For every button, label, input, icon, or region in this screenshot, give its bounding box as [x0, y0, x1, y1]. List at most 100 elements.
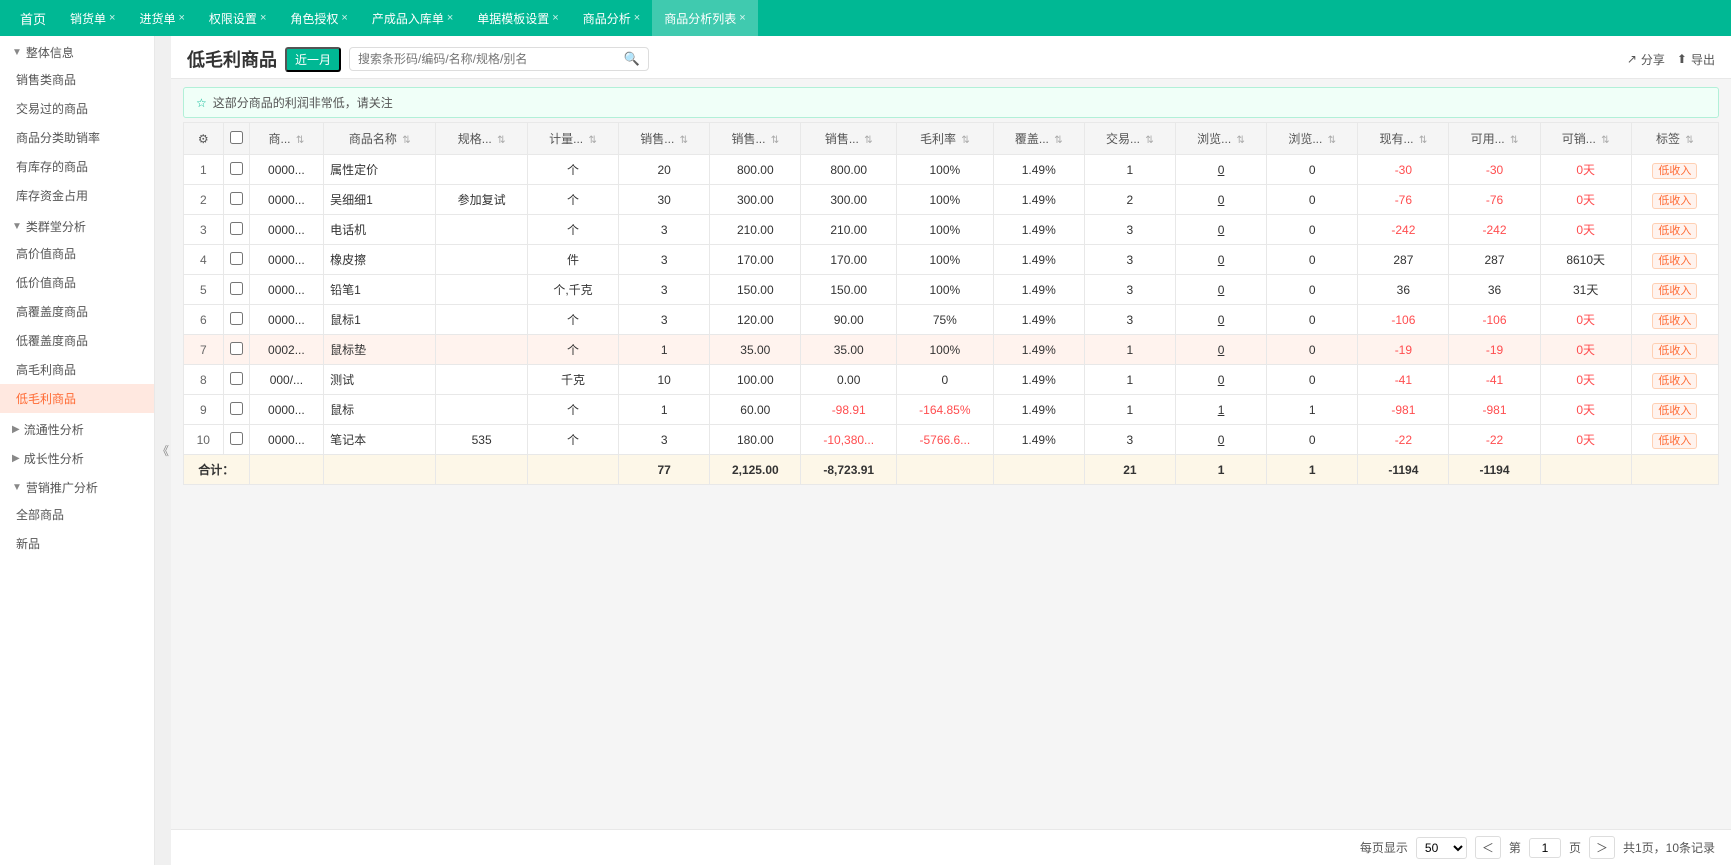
close-goods-list-icon[interactable]: ×	[739, 12, 745, 24]
row-checkbox-cell[interactable]	[223, 215, 249, 245]
page-size-select[interactable]: 50 100 200	[1416, 837, 1467, 859]
sidebar-item-high-value[interactable]: 高价值商品	[0, 239, 154, 268]
col-tag[interactable]: 标签 ⇅	[1631, 123, 1718, 155]
nav-goods-analysis-list[interactable]: 商品分析列表 ×	[652, 0, 757, 36]
close-template-icon[interactable]: ×	[552, 12, 558, 24]
row-code: 0000...	[249, 275, 324, 305]
nav-sales-order[interactable]: 销货单 ×	[58, 0, 127, 36]
row-checkbox[interactable]	[230, 342, 243, 355]
row-name: 鼠标垫	[324, 335, 436, 365]
close-permissions-icon[interactable]: ×	[260, 12, 266, 24]
row-checkbox-cell[interactable]	[223, 305, 249, 335]
nav-home[interactable]: 首页	[8, 0, 58, 36]
prev-page-button[interactable]: ＜	[1475, 836, 1501, 859]
sidebar-item-stock-funds[interactable]: 库存资金占用	[0, 181, 154, 210]
sidebar-group-overall[interactable]: ▼ 整体信息	[0, 36, 154, 65]
sidebar-item-low-margin[interactable]: 低毛利商品	[0, 384, 154, 413]
row-checkbox-cell[interactable]	[223, 185, 249, 215]
row-unit: 个	[527, 185, 618, 215]
row-browse2: 0	[1267, 155, 1358, 185]
sidebar-item-low-coverage[interactable]: 低覆盖度商品	[0, 326, 154, 355]
close-purchase-order-icon[interactable]: ×	[178, 12, 184, 24]
nav-product-in[interactable]: 产成品入库单 ×	[360, 0, 465, 36]
col-unit[interactable]: 计量... ⇅	[527, 123, 618, 155]
nav-permissions[interactable]: 权限设置 ×	[197, 0, 278, 36]
col-name[interactable]: 商品名称 ⇅	[324, 123, 436, 155]
col-spec[interactable]: 规格... ⇅	[436, 123, 528, 155]
row-checkbox-cell[interactable]	[223, 365, 249, 395]
sidebar-group-growth[interactable]: ▶ 成长性分析	[0, 442, 154, 471]
next-page-button[interactable]: ＞	[1589, 836, 1615, 859]
sidebar-item-high-coverage[interactable]: 高覆盖度商品	[0, 297, 154, 326]
row-checkbox[interactable]	[230, 162, 243, 175]
row-num: 4	[184, 245, 224, 275]
row-name: 吴细细1	[324, 185, 436, 215]
col-gross[interactable]: 毛利率 ⇅	[897, 123, 994, 155]
sidebar-group-flow[interactable]: ▶ 流通性分析	[0, 413, 154, 442]
export-button[interactable]: ⬆ 导出	[1677, 51, 1715, 68]
col-browse2[interactable]: 浏览... ⇅	[1267, 123, 1358, 155]
row-code: 0000...	[249, 305, 324, 335]
col-sales2[interactable]: 销售... ⇅	[710, 123, 801, 155]
close-goods-analysis-icon[interactable]: ×	[634, 12, 640, 24]
select-all-checkbox[interactable]	[230, 131, 243, 144]
row-sales3: 0.00	[801, 365, 897, 395]
row-tag: 低收入	[1631, 245, 1718, 275]
page-number-input[interactable]	[1529, 838, 1561, 858]
row-trades: 3	[1084, 305, 1175, 335]
table-container[interactable]: ⚙ 商... ⇅ 商品名称 ⇅ 规格... ⇅ 计量... ⇅ 销售... ⇅ …	[183, 122, 1719, 829]
sidebar-item-category-sales[interactable]: 商品分类助销率	[0, 123, 154, 152]
row-checkbox[interactable]	[230, 222, 243, 235]
col-browse1[interactable]: 浏览... ⇅	[1175, 123, 1266, 155]
col-sales1[interactable]: 销售... ⇅	[619, 123, 710, 155]
row-checkbox[interactable]	[230, 312, 243, 325]
row-checkbox-cell[interactable]	[223, 395, 249, 425]
date-filter-button[interactable]: 近一月	[285, 47, 341, 72]
row-current: -242	[1358, 215, 1449, 245]
row-checkbox[interactable]	[230, 402, 243, 415]
sidebar-item-sales-goods[interactable]: 销售类商品	[0, 65, 154, 94]
col-available[interactable]: 可用... ⇅	[1449, 123, 1540, 155]
sidebar-group-marketing[interactable]: ▼ 营销推广分析	[0, 471, 154, 500]
row-saleable: 0天	[1540, 425, 1631, 455]
share-button[interactable]: ↗ 分享	[1627, 51, 1665, 68]
close-product-in-icon[interactable]: ×	[447, 12, 453, 24]
sidebar-item-low-value[interactable]: 低价值商品	[0, 268, 154, 297]
sidebar-group-cluster[interactable]: ▼ 类群堂分析	[0, 210, 154, 239]
nav-purchase-order[interactable]: 进货单 ×	[127, 0, 196, 36]
col-sales3[interactable]: 销售... ⇅	[801, 123, 897, 155]
sidebar-item-all-goods[interactable]: 全部商品	[0, 500, 154, 529]
close-role-auth-icon[interactable]: ×	[341, 12, 347, 24]
nav-template-settings[interactable]: 单据模板设置 ×	[465, 0, 570, 36]
sidebar-item-high-margin[interactable]: 高毛利商品	[0, 355, 154, 384]
col-current[interactable]: 现有... ⇅	[1358, 123, 1449, 155]
col-code[interactable]: 商... ⇅	[249, 123, 324, 155]
row-checkbox-cell[interactable]	[223, 425, 249, 455]
row-unit: 件	[527, 245, 618, 275]
row-checkbox[interactable]	[230, 372, 243, 385]
col-settings[interactable]: ⚙	[184, 123, 224, 155]
sidebar-item-new-goods[interactable]: 新品	[0, 529, 154, 558]
row-checkbox[interactable]	[230, 432, 243, 445]
row-checkbox-cell[interactable]	[223, 275, 249, 305]
row-checkbox[interactable]	[230, 282, 243, 295]
col-saleable[interactable]: 可销... ⇅	[1540, 123, 1631, 155]
nav-role-auth[interactable]: 角色授权 ×	[278, 0, 359, 36]
col-trades[interactable]: 交易... ⇅	[1084, 123, 1175, 155]
row-coverage: 1.49%	[993, 365, 1084, 395]
table-row: 1 0000... 属性定价 个 20 800.00 800.00 100% 1…	[184, 155, 1719, 185]
row-checkbox[interactable]	[230, 252, 243, 265]
row-checkbox-cell[interactable]	[223, 335, 249, 365]
close-sales-order-icon[interactable]: ×	[109, 12, 115, 24]
nav-goods-analysis[interactable]: 商品分析 ×	[571, 0, 652, 36]
col-checkbox[interactable]	[223, 123, 249, 155]
main-content: 低毛利商品 近一月 🔍 ↗ 分享 ⬆ 导出 ☆ 这部分商品的利润非常低，请关注	[171, 36, 1731, 865]
row-checkbox-cell[interactable]	[223, 155, 249, 185]
row-checkbox-cell[interactable]	[223, 245, 249, 275]
row-checkbox[interactable]	[230, 192, 243, 205]
sidebar-item-in-stock[interactable]: 有库存的商品	[0, 152, 154, 181]
sidebar-item-traded-goods[interactable]: 交易过的商品	[0, 94, 154, 123]
search-input[interactable]	[358, 52, 624, 66]
col-coverage[interactable]: 覆盖... ⇅	[993, 123, 1084, 155]
sidebar-collapse-button[interactable]: 《	[155, 36, 171, 865]
